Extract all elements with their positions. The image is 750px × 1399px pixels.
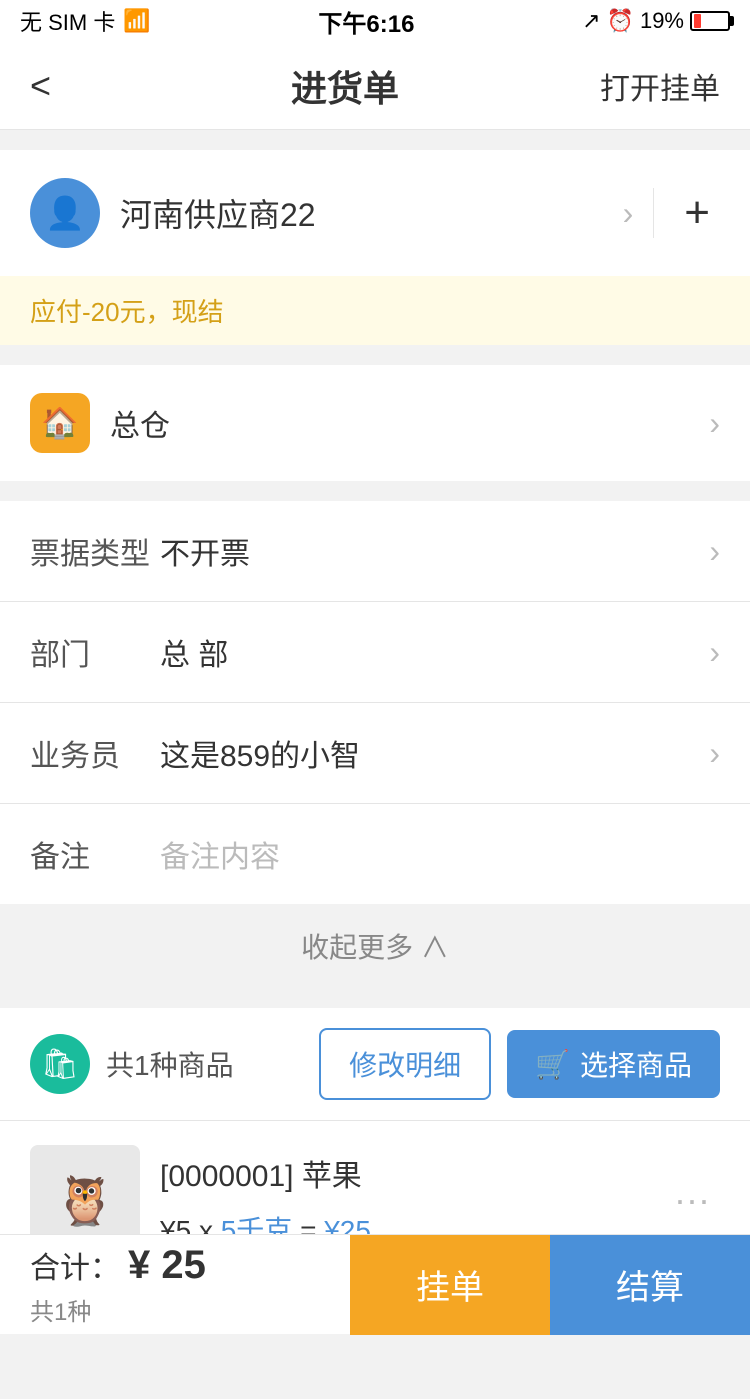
collapse-bar[interactable]: 收起更多 ∧: [0, 904, 750, 988]
field-value-sales: 这是859的小智: [160, 731, 709, 775]
hang-order-button[interactable]: 挂单: [350, 1235, 550, 1335]
add-button[interactable]: +: [674, 188, 720, 238]
field-label-sales: 业务员: [30, 731, 160, 775]
total-section: 合计： ¥ 25 共1种: [0, 1243, 350, 1327]
page-title: 进货单: [291, 60, 399, 112]
chevron-right-icon: ›: [709, 533, 720, 570]
product-section-icon: 🛍: [30, 1034, 90, 1094]
battery-icon: [690, 11, 730, 31]
modify-detail-button[interactable]: 修改明细: [319, 1028, 491, 1100]
product-more-button[interactable]: ···: [664, 1169, 720, 1231]
field-label-dept: 部门: [30, 630, 160, 674]
product-name: [0000001] 苹果: [160, 1151, 644, 1195]
divider-1: [0, 130, 750, 150]
product-thumb-icon: 🦉: [55, 1172, 115, 1229]
cart-icon: 🛒: [535, 1048, 570, 1081]
field-placeholder-remark: 备注内容: [160, 832, 720, 876]
total-sub: 共1种: [30, 1292, 320, 1327]
chevron-right-icon: ›: [709, 735, 720, 772]
status-left: 无 SIM 卡 📶: [20, 5, 151, 37]
field-label-remark: 备注: [30, 832, 160, 876]
status-bar: 无 SIM 卡 📶 下午6:16 ↗ ⏰ 19%: [0, 0, 750, 42]
chevron-right-icon: ›: [623, 195, 634, 232]
battery-fill: [694, 14, 701, 28]
alarm-icon: ⏰: [607, 8, 634, 34]
field-remark[interactable]: 备注 备注内容: [0, 804, 750, 904]
divider-4: [0, 988, 750, 1008]
field-invoice-type[interactable]: 票据类型 不开票 ›: [0, 501, 750, 601]
supplier-name: 河南供应商22: [120, 190, 623, 236]
product-count: 共1种商品: [106, 1044, 303, 1084]
nav-bar: < 进货单 打开挂单: [0, 42, 750, 130]
fields-section: 票据类型 不开票 › 部门 总 部 › 业务员 这是859的小智 › 备注 备注…: [0, 501, 750, 904]
chevron-right-icon: ›: [709, 405, 720, 442]
warehouse-icon: 🏠: [30, 393, 90, 453]
total-label: 合计：: [30, 1243, 120, 1287]
field-salesperson[interactable]: 业务员 这是859的小智 ›: [0, 703, 750, 803]
battery-percent: 19%: [640, 8, 684, 34]
house-icon: 🏠: [41, 406, 78, 441]
status-time: 下午6:16: [318, 4, 414, 39]
field-label-invoice: 票据类型: [30, 529, 160, 573]
wifi-icon: 📶: [123, 8, 150, 34]
supplier-section: 👤 河南供应商22 › + 应付-20元，现结: [0, 150, 750, 345]
product-code: [0000001]: [160, 1160, 293, 1193]
warehouse-row[interactable]: 🏠 总仓 ›: [0, 365, 750, 481]
supplier-avatar: 👤: [30, 178, 100, 248]
field-value-dept: 总 部: [160, 630, 709, 674]
bottom-bar: 合计： ¥ 25 共1种 挂单 结算: [0, 1234, 750, 1334]
open-hang-button[interactable]: 打开挂单: [600, 64, 720, 108]
total-main: 合计： ¥ 25: [30, 1243, 320, 1288]
product-title: 苹果: [302, 1160, 362, 1193]
select-product-button[interactable]: 🛒 选择商品: [507, 1030, 720, 1098]
location-icon: ↗: [582, 8, 600, 34]
product-header: 🛍 共1种商品 修改明细 🛒 选择商品: [0, 1008, 750, 1120]
avatar-icon: 👤: [45, 194, 85, 232]
bag-icon: 🛍: [41, 1047, 79, 1082]
carrier-label: 无 SIM 卡: [20, 5, 115, 37]
chevron-right-icon: ›: [709, 634, 720, 671]
total-amount: ¥ 25: [128, 1243, 206, 1288]
vertical-divider: [653, 188, 654, 238]
field-value-invoice: 不开票: [160, 529, 709, 573]
warehouse-section: 🏠 总仓 ›: [0, 365, 750, 481]
select-product-label: 选择商品: [580, 1044, 692, 1084]
back-button[interactable]: <: [30, 65, 90, 107]
divider-2: [0, 345, 750, 365]
field-department[interactable]: 部门 总 部 ›: [0, 602, 750, 702]
checkout-button[interactable]: 结算: [550, 1235, 750, 1335]
status-right: ↗ ⏰ 19%: [582, 8, 730, 34]
info-banner: 应付-20元，现结: [0, 276, 750, 345]
divider-3: [0, 481, 750, 501]
supplier-row[interactable]: 👤 河南供应商22 › +: [0, 150, 750, 276]
warehouse-name: 总仓: [110, 401, 709, 445]
